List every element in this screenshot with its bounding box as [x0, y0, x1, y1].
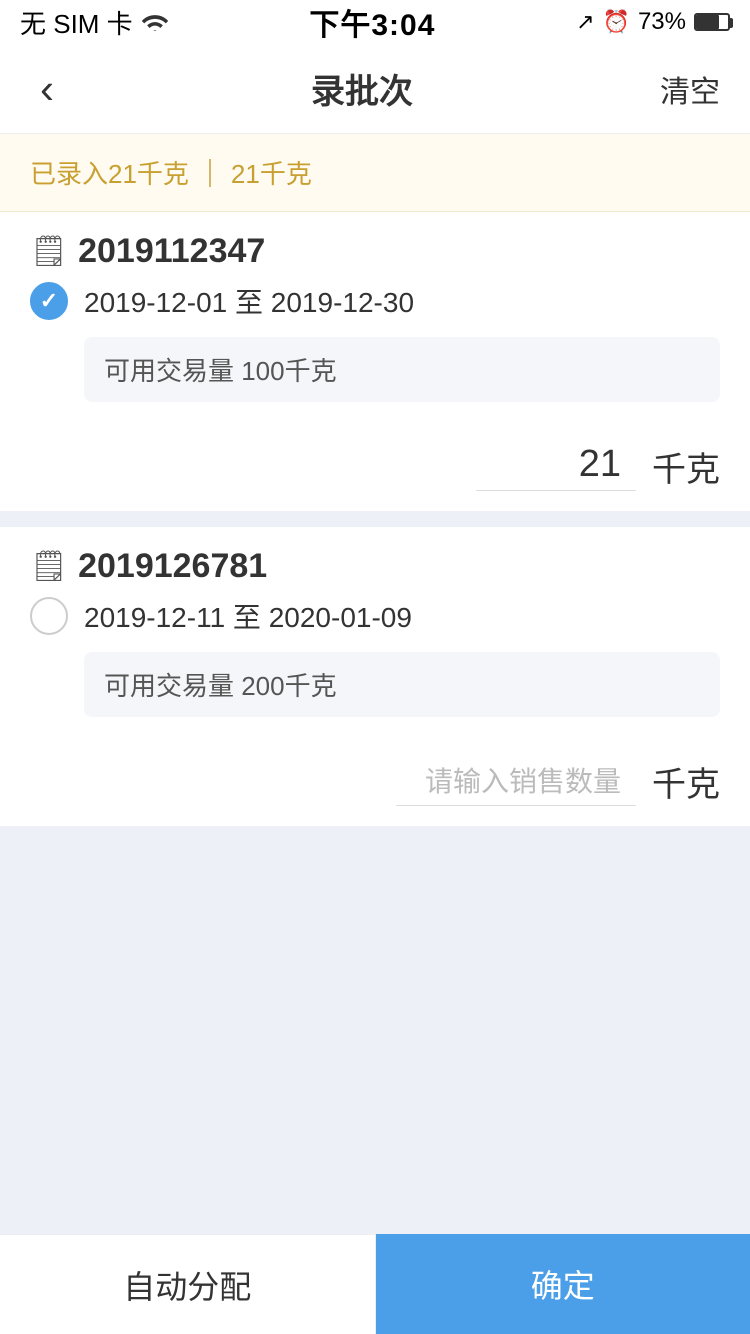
status-bar: 无 SIM 卡 下午3:04 ↗ ⏰ 73%: [0, 0, 750, 44]
batch-id-1: 2019112347: [78, 232, 265, 271]
batch-icon-1: 🗒: [30, 234, 68, 269]
no-sim-label: 无 SIM 卡: [20, 4, 133, 41]
auto-distribute-button[interactable]: 自动分配: [0, 1234, 376, 1334]
clear-button[interactable]: 清空: [660, 67, 720, 111]
wifi-icon: [141, 7, 169, 38]
status-time: 下午3:04: [309, 0, 435, 44]
batch-date-1: 2019-12-01 至 2019-12-30: [84, 281, 414, 321]
availability-1: 可用交易量 100千克: [84, 337, 720, 402]
amount-row-2: 千克: [0, 737, 750, 826]
section-divider: [0, 511, 750, 527]
batch-id-2: 2019126781: [78, 547, 267, 586]
radio-2[interactable]: [30, 597, 68, 635]
batch-icon-2: 🗒: [30, 549, 68, 584]
quantity-input-1[interactable]: [476, 443, 636, 486]
quantity-input-2[interactable]: [396, 758, 636, 801]
amount-label: 21千克: [231, 154, 312, 191]
batch-date-2: 2019-12-11 至 2020-01-09: [84, 596, 412, 636]
back-button[interactable]: ‹: [30, 65, 64, 113]
nav-bar: ‹ 录批次 清空: [0, 44, 750, 134]
batch-item-2: 🗒 2019126781 2019-12-11 至 2020-01-09 可用交…: [0, 527, 750, 737]
battery-label: 73%: [638, 8, 686, 36]
bottom-bar: 自动分配 确定: [0, 1234, 750, 1334]
alarm-icon: ⏰: [603, 9, 630, 35]
nav-title: 录批次: [311, 64, 413, 113]
battery-icon: [694, 13, 730, 31]
radio-1[interactable]: [30, 282, 68, 320]
availability-2: 可用交易量 200千克: [84, 652, 720, 717]
info-banner: 已录入21千克 21千克: [0, 134, 750, 212]
unit-label-2: 千克: [652, 757, 720, 806]
amount-row-1: 千克: [0, 422, 750, 511]
empty-area: [0, 826, 750, 1256]
unit-label-1: 千克: [652, 442, 720, 491]
location-icon: ↗: [576, 9, 594, 35]
recorded-label: 已录入21千克: [30, 154, 189, 191]
banner-divider: [209, 159, 211, 187]
batch-item-1: 🗒 2019112347 2019-12-01 至 2019-12-30 可用交…: [0, 212, 750, 422]
confirm-button[interactable]: 确定: [376, 1234, 750, 1334]
